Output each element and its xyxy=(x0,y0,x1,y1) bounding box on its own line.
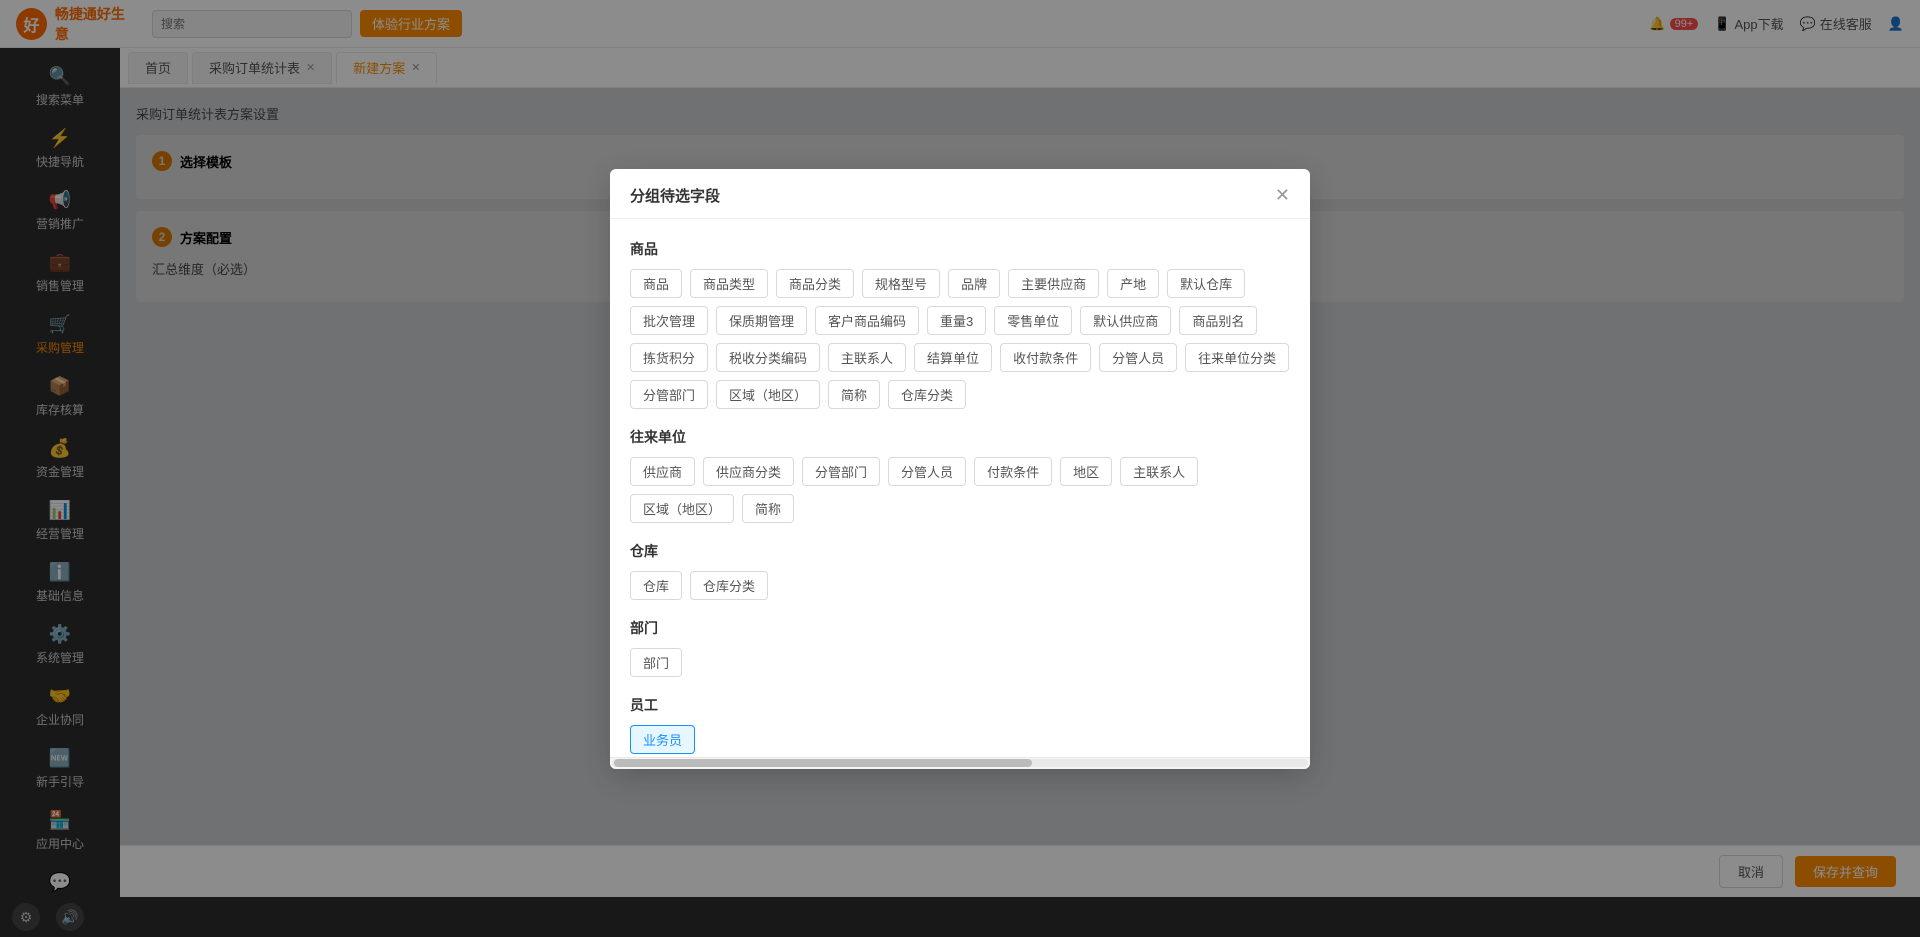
modal-body: 商品商品商品类型商品分类规格型号品牌主要供应商产地默认仓库批次管理保质期管理客户… xyxy=(610,219,1310,757)
field-tag-0-10[interactable]: 客户商品编码 xyxy=(815,306,919,335)
modal-field-grid-0: 商品商品类型商品分类规格型号品牌主要供应商产地默认仓库批次管理保质期管理客户商品… xyxy=(630,269,1290,409)
field-tag-0-11[interactable]: 重量3 xyxy=(927,306,986,335)
field-tag-0-1[interactable]: 商品类型 xyxy=(690,269,768,298)
modal-dialog: 分组待选字段 ✕ 商品商品商品类型商品分类规格型号品牌主要供应商产地默认仓库批次… xyxy=(610,169,1310,769)
field-tag-1-0[interactable]: 供应商 xyxy=(630,457,695,486)
field-tag-0-19[interactable]: 收付款条件 xyxy=(1000,343,1091,372)
field-tag-0-21[interactable]: 往来单位分类 xyxy=(1185,343,1289,372)
field-tag-0-9[interactable]: 保质期管理 xyxy=(716,306,807,335)
field-tag-1-2[interactable]: 分管部门 xyxy=(802,457,880,486)
field-tag-0-0[interactable]: 商品 xyxy=(630,269,682,298)
modal-field-grid-2: 仓库仓库分类 xyxy=(630,571,1290,600)
field-tag-0-4[interactable]: 品牌 xyxy=(948,269,1000,298)
field-tag-0-8[interactable]: 批次管理 xyxy=(630,306,708,335)
field-tag-0-14[interactable]: 商品别名 xyxy=(1179,306,1257,335)
field-tag-0-17[interactable]: 主联系人 xyxy=(828,343,906,372)
modal-overlay: 分组待选字段 ✕ 商品商品商品类型商品分类规格型号品牌主要供应商产地默认仓库批次… xyxy=(0,0,1920,937)
field-tag-0-3[interactable]: 规格型号 xyxy=(862,269,940,298)
modal-section-title-3: 部门 xyxy=(630,618,1290,638)
field-tag-0-15[interactable]: 拣货积分 xyxy=(630,343,708,372)
field-tag-1-3[interactable]: 分管人员 xyxy=(888,457,966,486)
modal-section-title-1: 往来单位 xyxy=(630,427,1290,447)
modal-field-grid-1: 供应商供应商分类分管部门分管人员付款条件地区主联系人区域（地区） 简称 xyxy=(630,457,1290,523)
field-tag-1-5[interactable]: 地区 xyxy=(1060,457,1112,486)
field-tag-0-7[interactable]: 默认仓库 xyxy=(1167,269,1245,298)
hscroll-track xyxy=(612,759,1308,767)
field-tag-1-4[interactable]: 付款条件 xyxy=(974,457,1052,486)
modal-section-title-0: 商品 xyxy=(630,239,1290,259)
field-tag-0-24[interactable]: 简称 xyxy=(828,380,880,409)
modal-close-btn[interactable]: ✕ xyxy=(1275,185,1290,206)
modal-field-grid-3: 部门 xyxy=(630,648,1290,677)
field-tag-4-0[interactable]: 业务员 xyxy=(630,725,695,754)
hscroll-thumb[interactable] xyxy=(614,759,1032,767)
field-tag-1-7[interactable]: 区域（地区） xyxy=(630,494,734,523)
field-tag-0-18[interactable]: 结算单位 xyxy=(914,343,992,372)
field-tag-1-8[interactable]: 简称 xyxy=(742,494,794,523)
field-tag-2-1[interactable]: 仓库分类 xyxy=(690,571,768,600)
field-tag-2-0[interactable]: 仓库 xyxy=(630,571,682,600)
modal-section-title-2: 仓库 xyxy=(630,541,1290,561)
field-tag-0-6[interactable]: 产地 xyxy=(1107,269,1159,298)
field-tag-0-5[interactable]: 主要供应商 xyxy=(1008,269,1099,298)
field-tag-1-6[interactable]: 主联系人 xyxy=(1120,457,1198,486)
field-tag-0-13[interactable]: 默认供应商 xyxy=(1080,306,1171,335)
field-tag-0-25[interactable]: 仓库分类 xyxy=(888,380,966,409)
field-tag-0-20[interactable]: 分管人员 xyxy=(1099,343,1177,372)
modal-title: 分组待选字段 xyxy=(630,185,720,206)
modal-field-grid-4: 业务员 xyxy=(630,725,1290,754)
field-tag-0-12[interactable]: 零售单位 xyxy=(994,306,1072,335)
field-tag-0-23[interactable]: 区域（地区） xyxy=(716,380,820,409)
modal-header: 分组待选字段 ✕ xyxy=(610,169,1310,219)
field-tag-0-16[interactable]: 税收分类编码 xyxy=(716,343,820,372)
modal-hscrollbar xyxy=(610,757,1310,769)
field-tag-3-0[interactable]: 部门 xyxy=(630,648,682,677)
modal-section-title-4: 员工 xyxy=(630,695,1290,715)
field-tag-0-2[interactable]: 商品分类 xyxy=(776,269,854,298)
field-tag-1-1[interactable]: 供应商分类 xyxy=(703,457,794,486)
field-tag-0-22[interactable]: 分管部门 xyxy=(630,380,708,409)
